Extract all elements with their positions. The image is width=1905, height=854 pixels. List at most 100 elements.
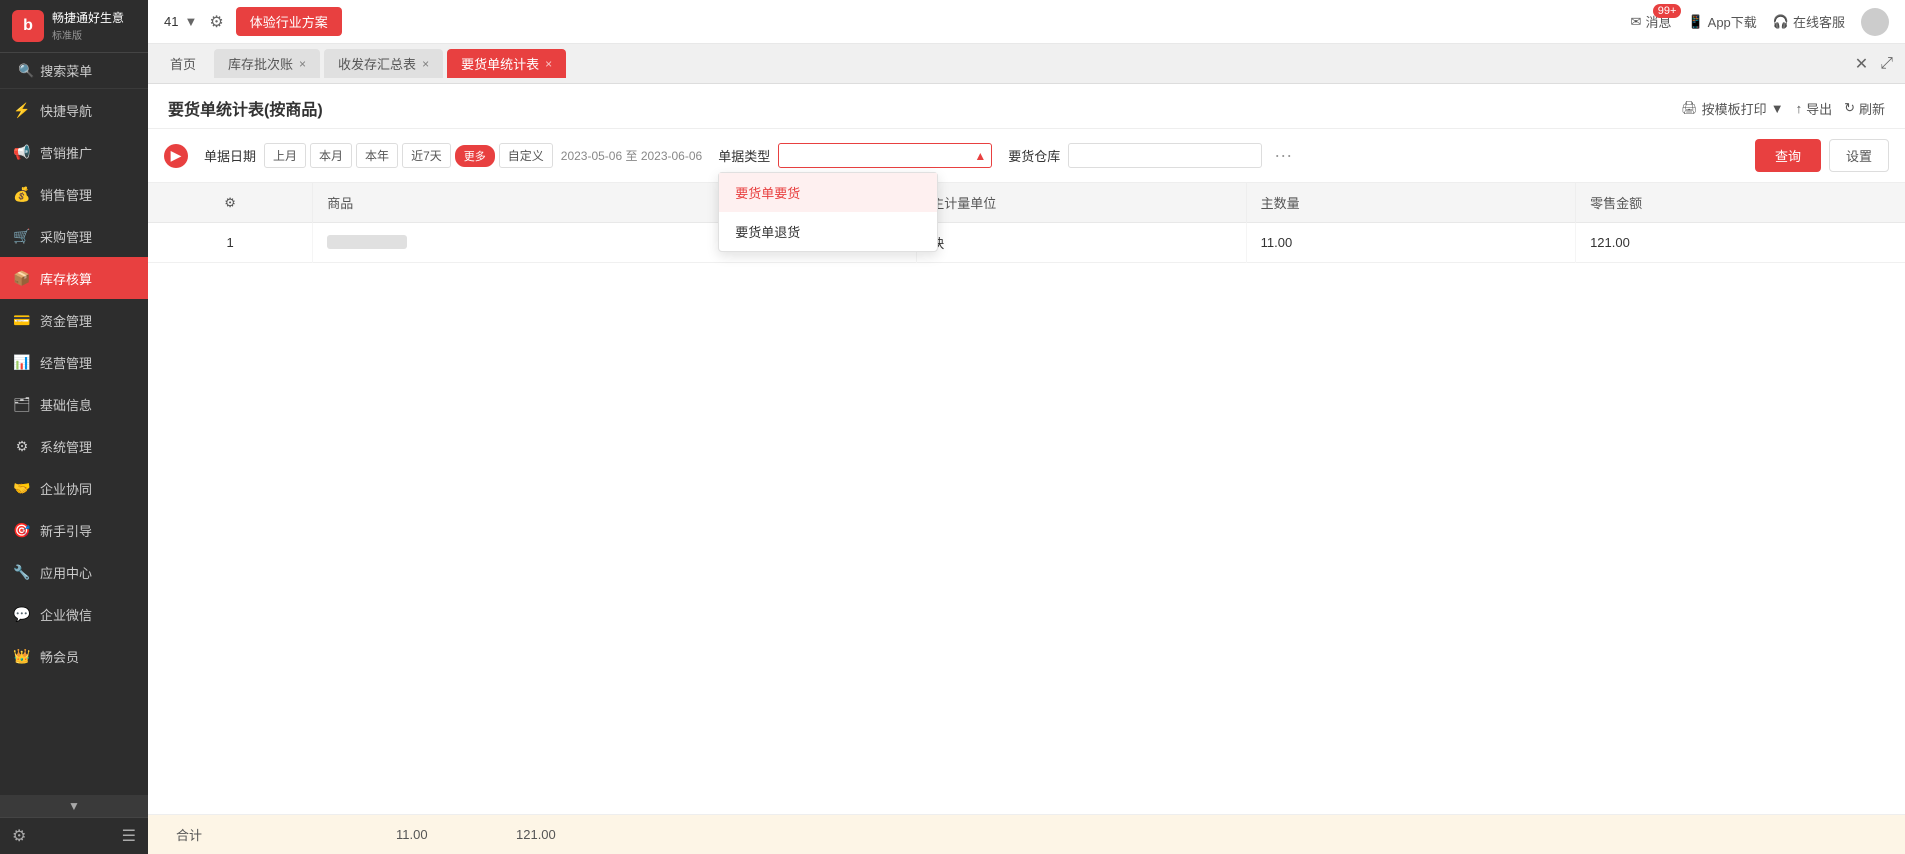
sidebar-item-system[interactable]: ⚙ 系统管理 [0,425,148,467]
tabbar-controls: ✕ ⤢ [1851,52,1897,76]
settings-icon[interactable]: ⚙ [12,826,26,846]
store-selector[interactable]: 41 ▼ [164,14,197,29]
online-service-btn[interactable]: 🎧 在线客服 [1773,12,1845,31]
user-avatar[interactable] [1861,8,1889,36]
content-area: 要货单统计表(按商品) 🖨 按模板打印 ▼ ↑ 导出 ↻ 刷新 [148,84,1905,854]
table-footer: 合计 11.00 121.00 [148,814,1905,854]
promo-button[interactable]: 体验行业方案 [236,7,342,36]
nav-label: 销售管理 [40,185,92,204]
page-actions: 🖨 按模板打印 ▼ ↑ 导出 ↻ 刷新 [1681,99,1885,118]
messages-btn[interactable]: ✉ 消息 99+ [1631,12,1672,31]
search-icon: 🔍 [18,63,34,79]
tab-order-stats[interactable]: 要货单统计表 × [447,49,566,78]
nav-label: 系统管理 [40,437,92,456]
sidebar-scroll-down[interactable]: ▼ [0,795,148,817]
footer-qty: 11.00 [382,827,502,842]
column-settings-icon: ⚙ [224,195,236,210]
type-option-requisition[interactable]: 要货单要货 [719,173,937,212]
sidebar-item-member[interactable]: 👑 畅会员 [0,635,148,677]
this-month-btn[interactable]: 本月 [310,143,352,168]
sidebar-item-purchase[interactable]: 🛒 采购管理 [0,215,148,257]
col-unit-header: 主计量单位 [917,183,1246,223]
tab-inventory-batch-label: 库存批次账 [228,54,293,73]
sidebar-item-apps[interactable]: 🔧 应用中心 [0,551,148,593]
search-menu[interactable]: 🔍 搜索菜单 [0,53,148,89]
type-option-return[interactable]: 要货单退货 [719,212,937,251]
more-btn[interactable]: 更多 [455,145,495,167]
sidebar-item-inventory[interactable]: 📦 库存核算 [0,257,148,299]
topbar-right: ✉ 消息 99+ 📱 App下载 🎧 在线客服 [1631,8,1889,36]
footer-amount: 121.00 [502,827,622,842]
sidebar-item-finance[interactable]: 💳 资金管理 [0,299,148,341]
system-icon: ⚙ [12,436,32,456]
marketing-icon: 📢 [12,142,32,162]
settings-btn[interactable]: 设置 [1829,139,1889,172]
warehouse-label: 要货仓库 [1008,146,1060,165]
apps-icon: 🔧 [12,562,32,582]
tab-receivables-close[interactable]: × [422,57,429,71]
date-range: 2023-05-06 至 2023-06-06 [561,147,702,164]
tab-receivables-summary[interactable]: 收发存汇总表 × [324,49,443,78]
menu-toggle-icon[interactable]: ☰ [122,826,136,846]
app-download-btn[interactable]: 📱 App下载 [1687,12,1756,31]
topbar-left: 41 ▼ ⚙ 体验行业方案 [164,7,342,36]
date-btns: 上月 本月 本年 近7天 更多 自定义 [264,143,553,168]
topbar-settings-icon[interactable]: ⚙ [209,12,223,32]
sidebar-item-operations[interactable]: 📊 经营管理 [0,341,148,383]
page-header: 要货单统计表(按商品) 🖨 按模板打印 ▼ ↑ 导出 ↻ 刷新 [148,84,1905,129]
filter-date-group: 单据日期 上月 本月 本年 近7天 更多 自定义 2023-05-06 至 20… [204,143,702,168]
sidebar-item-wechat[interactable]: 💬 企业微信 [0,593,148,635]
product-blurred [327,235,407,249]
logo-text: 畅捷通好生意 [52,10,124,27]
last-month-btn[interactable]: 上月 [264,143,306,168]
sidebar-nav: ⚡ 快捷导航 📢 营销推广 💰 销售管理 🛒 采购管理 📦 库存核算 💳 资金管… [0,89,148,795]
export-btn[interactable]: ↑ 导出 [1796,99,1833,118]
main-area: 41 ▼ ⚙ 体验行业方案 ✉ 消息 99+ 📱 App下载 🎧 在线客服 [148,0,1905,854]
tabbar: 首页 库存批次账 × 收发存汇总表 × 要货单统计表 × ✕ ⤢ [148,44,1905,84]
sidebar: b 畅捷通好生意 标准版 🔍 搜索菜单 ⚡ 快捷导航 📢 营销推广 💰 销售管理… [0,0,148,854]
sidebar-item-marketing[interactable]: 📢 营销推广 [0,131,148,173]
tab-inventory-batch-close[interactable]: × [299,57,306,71]
col-settings-header[interactable]: ⚙ [148,183,313,223]
refresh-icon: ↻ [1844,100,1855,116]
store-dropdown-icon[interactable]: ▼ [184,14,197,29]
filter-expand-btn[interactable]: ▶ [164,144,188,168]
date-label: 单据日期 [204,146,256,165]
tab-order-stats-close[interactable]: × [545,57,552,71]
tab-expand-btn[interactable]: ⤢ [1876,53,1897,75]
logo-icon: b [12,10,44,42]
sidebar-item-quick-nav[interactable]: ⚡ 快捷导航 [0,89,148,131]
topbar: 41 ▼ ⚙ 体验行业方案 ✉ 消息 99+ 📱 App下载 🎧 在线客服 [148,0,1905,44]
filter-warehouse-group: 要货仓库 ··· [1008,143,1296,168]
basic-icon: 🗂 [12,394,32,414]
table-container: ⚙ 商品 主计量单位 主数量 零售金额 [148,183,1905,814]
sidebar-item-basic[interactable]: 🗂 基础信息 [0,383,148,425]
nav-label: 企业微信 [40,605,92,624]
sidebar-item-guide[interactable]: 🎯 新手引导 [0,509,148,551]
refresh-btn[interactable]: ↻ 刷新 [1844,99,1885,118]
tab-close-all-btn[interactable]: ✕ [1851,52,1872,76]
custom-btn[interactable]: 自定义 [499,143,553,168]
warehouse-input[interactable] [1068,143,1262,168]
filter-actions: 查询 设置 [1755,139,1889,172]
print-btn[interactable]: 🖨 按模板打印 ▼ [1681,99,1783,118]
recent7-btn[interactable]: 近7天 [402,143,451,168]
sidebar-item-enterprise[interactable]: 🤝 企业协同 [0,467,148,509]
warehouse-more-icon[interactable]: ··· [1270,145,1296,166]
sidebar-item-sales[interactable]: 💰 销售管理 [0,173,148,215]
messages-badge: 99+ [1653,4,1682,18]
tab-order-stats-label: 要货单统计表 [461,54,539,73]
service-icon: 🎧 [1773,14,1789,30]
tab-home[interactable]: 首页 [156,49,210,78]
nav-label: 企业协同 [40,479,92,498]
operations-icon: 📊 [12,352,32,372]
this-year-btn[interactable]: 本年 [356,143,398,168]
nav-label: 采购管理 [40,227,92,246]
tab-inventory-batch[interactable]: 库存批次账 × [214,49,320,78]
table-header-row: ⚙ 商品 主计量单位 主数量 零售金额 [148,183,1905,223]
type-input[interactable] [778,143,992,168]
tab-receivables-summary-label: 收发存汇总表 [338,54,416,73]
search-btn[interactable]: 查询 [1755,139,1821,172]
type-input-wrapper: ▲ [778,143,992,168]
nav-label: 库存核算 [40,269,92,288]
